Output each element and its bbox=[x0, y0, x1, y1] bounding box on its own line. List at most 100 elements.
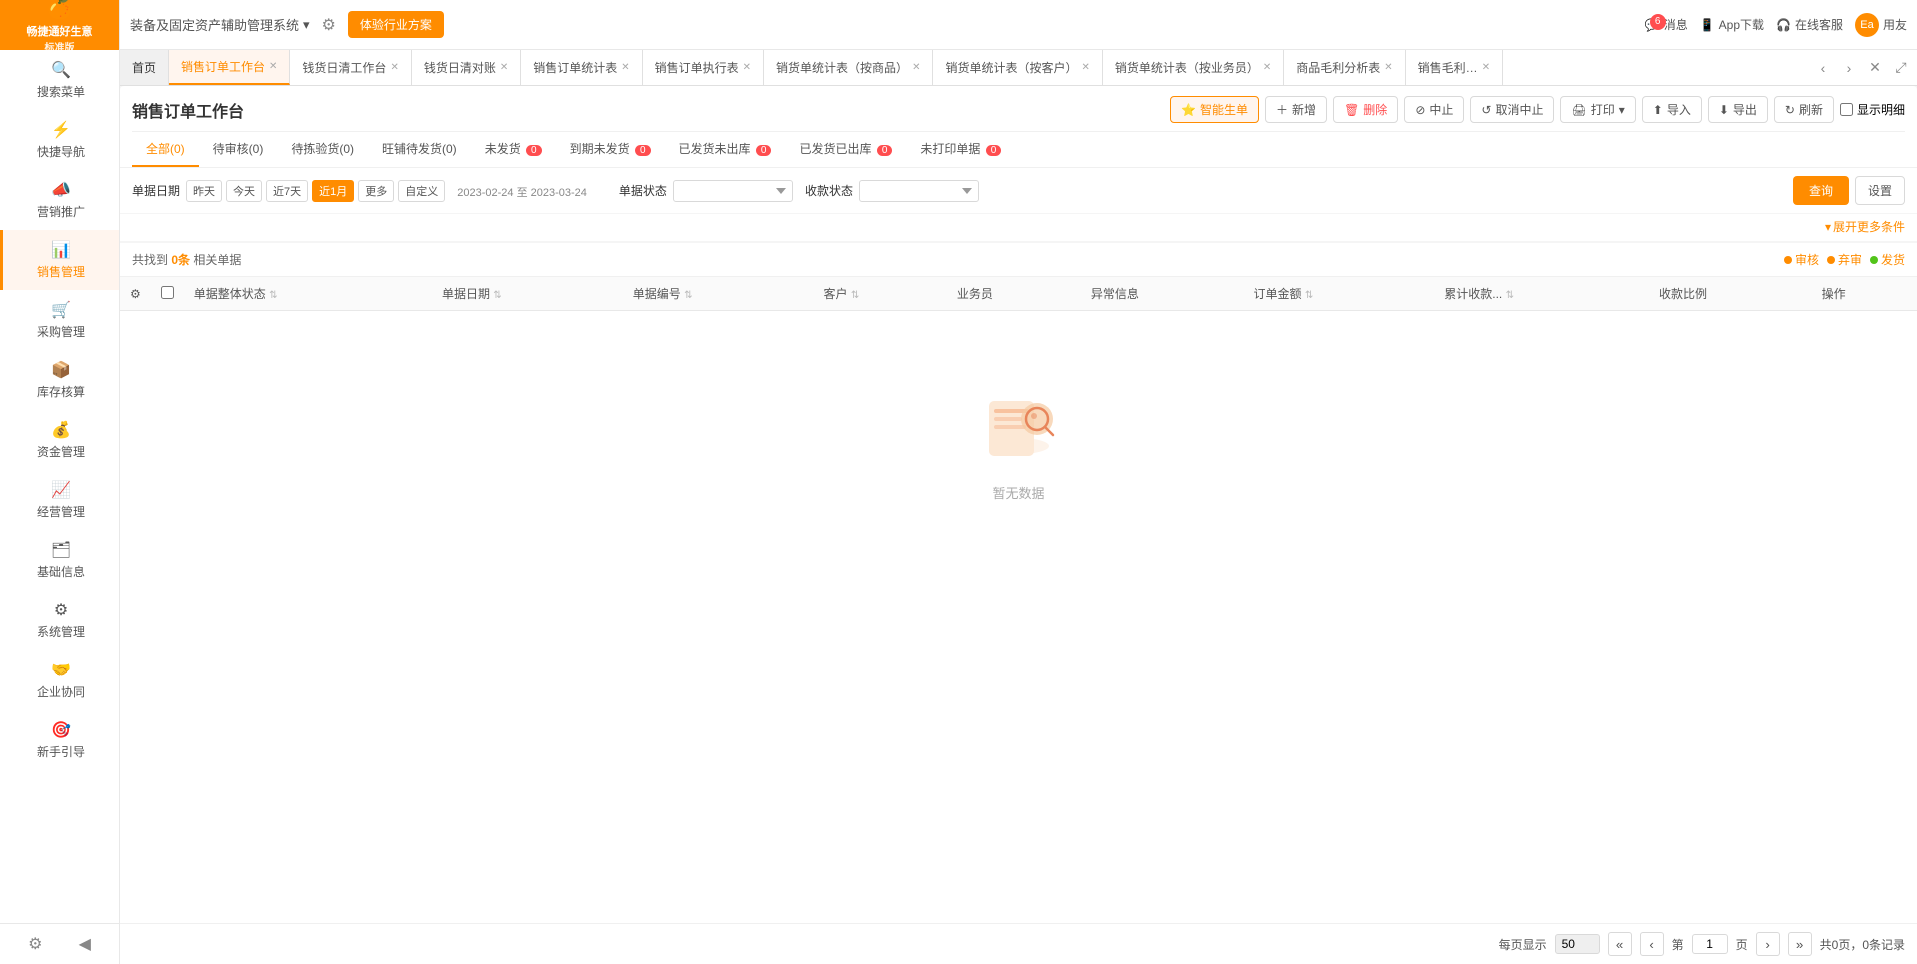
query-button[interactable]: 查询 bbox=[1793, 176, 1849, 205]
tab-sales-stats-customer[interactable]: 销货单统计表（按客户） ✕ bbox=[933, 50, 1102, 85]
tab-cash-daily-close[interactable]: ✕ bbox=[390, 62, 398, 73]
table-scroll-container[interactable]: ⚙ 单据整体状态 ⇅ 单据日期 ⇅ bbox=[120, 277, 1917, 923]
tab-sales-exec-close[interactable]: ✕ bbox=[743, 62, 751, 73]
sidebar-item-finance[interactable]: 💰 资金管理 bbox=[0, 410, 119, 470]
sidebar-item-guide[interactable]: 🎯 新手引导 bbox=[0, 710, 119, 770]
sidebar-item-marketing[interactable]: 📣 营销推广 bbox=[0, 170, 119, 230]
date-custom[interactable]: 自定义 bbox=[398, 180, 445, 202]
topbar-app-download[interactable]: 📱 App下载 bbox=[1700, 16, 1764, 33]
tab-sales-stats-staff-close[interactable]: ✕ bbox=[1263, 62, 1271, 73]
select-all-checkbox[interactable] bbox=[161, 286, 174, 299]
pag-current-input[interactable] bbox=[1692, 934, 1728, 954]
collapse-icon[interactable]: ◀ bbox=[79, 934, 91, 954]
tab-cash-daily[interactable]: 钱货日清工作台 ✕ bbox=[290, 50, 411, 85]
date-last7[interactable]: 近7天 bbox=[266, 180, 308, 202]
sidebar-item-quick-nav[interactable]: ⚡ 快捷导航 bbox=[0, 110, 119, 170]
stop-button[interactable]: ⊘ 中止 bbox=[1404, 96, 1464, 123]
ship-action[interactable]: 发货 bbox=[1870, 251, 1905, 268]
tab-gross-margin-close[interactable]: ✕ bbox=[1384, 62, 1392, 73]
review-action[interactable]: 审核 bbox=[1784, 251, 1819, 268]
sidebar-item-search[interactable]: 🔍 搜索菜单 bbox=[0, 50, 119, 110]
topbar-online-service[interactable]: 🎧 在线客服 bbox=[1776, 16, 1843, 33]
amount-sort-icon[interactable]: ⇅ bbox=[1305, 290, 1313, 301]
status-sort-icon[interactable]: ⇅ bbox=[269, 290, 277, 301]
col-checkbox[interactable] bbox=[151, 277, 184, 311]
tab-scroll-left[interactable]: ‹ bbox=[1811, 56, 1835, 80]
show-detail-checkbox[interactable] bbox=[1840, 103, 1853, 116]
sidebar-item-inventory[interactable]: 📦 库存核算 bbox=[0, 350, 119, 410]
sidebar-item-sales[interactable]: 📊 销售管理 bbox=[0, 230, 119, 290]
topbar-user[interactable]: Ea 用友 bbox=[1855, 13, 1907, 37]
tab-sales-stats-product-close[interactable]: ✕ bbox=[912, 62, 920, 73]
pag-prev[interactable]: ‹ bbox=[1640, 932, 1664, 956]
content-area: 销售订单工作台 ⭐ 智能生单 ＋ 新增 🗑 删除 ⊘ bbox=[120, 86, 1917, 964]
tab-sales-stats-close[interactable]: ✕ bbox=[621, 62, 629, 73]
date-sort-icon[interactable]: ⇅ bbox=[493, 290, 501, 301]
solution-button[interactable]: 体验行业方案 bbox=[348, 11, 444, 38]
tab-home[interactable]: 首页 bbox=[120, 50, 169, 85]
sub-tab-pending-review[interactable]: 待审核(0) bbox=[199, 132, 278, 167]
tab-sales-more-close[interactable]: ✕ bbox=[1482, 62, 1490, 73]
tab-maximize[interactable]: ⤢ bbox=[1889, 56, 1913, 80]
date-yesterday[interactable]: 昨天 bbox=[186, 180, 222, 202]
tab-sales-stats[interactable]: 销售订单统计表 ✕ bbox=[521, 50, 642, 85]
delete-button[interactable]: 🗑 删除 bbox=[1333, 96, 1398, 123]
sidebar-item-operation[interactable]: 📈 经营管理 bbox=[0, 470, 119, 530]
date-today[interactable]: 今天 bbox=[226, 180, 262, 202]
empty-state: 暂无数据 bbox=[120, 311, 1917, 562]
cancel-review-action[interactable]: 弃审 bbox=[1827, 251, 1862, 268]
pag-last[interactable]: » bbox=[1788, 932, 1812, 956]
tab-sales-more[interactable]: 销售毛利… ✕ bbox=[1406, 50, 1503, 85]
collected-sort-icon[interactable]: ⇅ bbox=[1506, 290, 1514, 301]
sidebar-item-label: 营销推广 bbox=[37, 203, 85, 220]
import-button[interactable]: ⬆ 导入 bbox=[1642, 96, 1702, 123]
sub-tab-expired-not-shipped[interactable]: 到期未发货 0 bbox=[556, 132, 665, 167]
expand-conditions-btn[interactable]: ▾ 展开更多条件 bbox=[1825, 218, 1905, 235]
per-page-select[interactable]: 50 10 20 100 bbox=[1555, 934, 1600, 954]
status-filter-select[interactable] bbox=[673, 180, 793, 202]
topbar-message[interactable]: 💬 6 消息 bbox=[1645, 16, 1688, 33]
date-more[interactable]: 更多 bbox=[358, 180, 394, 202]
refresh-button[interactable]: ↻ 刷新 bbox=[1774, 96, 1834, 123]
pag-next[interactable]: › bbox=[1756, 932, 1780, 956]
tab-gross-margin[interactable]: 商品毛利分析表 ✕ bbox=[1284, 50, 1405, 85]
column-settings-icon[interactable]: ⚙ bbox=[130, 287, 141, 301]
tab-sales-workbench-close[interactable]: ✕ bbox=[269, 61, 277, 72]
sidebar-item-collab[interactable]: 🤝 企业协同 bbox=[0, 650, 119, 710]
topbar-gear-icon[interactable]: ⚙ bbox=[322, 15, 336, 35]
show-detail-checkbox-label[interactable]: 显示明细 bbox=[1840, 101, 1905, 118]
sub-tab-shipped-in[interactable]: 已发货已出库 0 bbox=[785, 132, 906, 167]
tab-cash-reconcile[interactable]: 钱货日清对账 ✕ bbox=[412, 50, 521, 85]
pag-first[interactable]: « bbox=[1608, 932, 1632, 956]
settings-filter-button[interactable]: 设置 bbox=[1855, 176, 1905, 205]
settings-bottom-icon[interactable]: ⚙ bbox=[28, 934, 42, 954]
print-button[interactable]: 🖨 打印 ▾ bbox=[1560, 96, 1635, 123]
cancel-stop-button[interactable]: ↺ 取消中止 bbox=[1470, 96, 1554, 123]
sub-tab-all[interactable]: 全部(0) bbox=[132, 132, 199, 167]
date-last1m[interactable]: 近1月 bbox=[312, 180, 354, 202]
sidebar-item-system[interactable]: ⚙ 系统管理 bbox=[0, 590, 119, 650]
customer-sort-icon[interactable]: ⇅ bbox=[851, 290, 859, 301]
col-settings[interactable]: ⚙ bbox=[120, 277, 151, 311]
payment-filter-select[interactable] bbox=[859, 180, 979, 202]
tab-cash-reconcile-close[interactable]: ✕ bbox=[500, 62, 508, 73]
sub-tab-not-printed[interactable]: 未打印单据 0 bbox=[906, 132, 1015, 167]
tab-sales-stats-customer-close[interactable]: ✕ bbox=[1081, 62, 1089, 73]
tab-close-all[interactable]: ✕ bbox=[1863, 56, 1887, 80]
tab-sales-stats-staff[interactable]: 销货单统计表（按业务员） ✕ bbox=[1103, 50, 1284, 85]
tab-sales-stats-product[interactable]: 销货单统计表（按商品） ✕ bbox=[764, 50, 933, 85]
sub-tab-pending-inspect[interactable]: 待拣验货(0) bbox=[277, 132, 368, 167]
tab-sales-workbench[interactable]: 销售订单工作台 ✕ bbox=[169, 50, 290, 85]
new-button[interactable]: ＋ 新增 bbox=[1265, 96, 1327, 123]
number-sort-icon[interactable]: ⇅ bbox=[684, 290, 692, 301]
sub-tab-not-shipped[interactable]: 未发货 0 bbox=[471, 132, 556, 167]
sidebar-item-purchase[interactable]: 🛒 采购管理 bbox=[0, 290, 119, 350]
tab-sales-exec[interactable]: 销售订单执行表 ✕ bbox=[643, 50, 764, 85]
system-title-dropdown[interactable]: 装备及固定资产辅助管理系统 ▾ bbox=[130, 15, 310, 34]
sub-tab-wangpu[interactable]: 旺铺待发货(0) bbox=[368, 132, 471, 167]
tab-scroll-right[interactable]: › bbox=[1837, 56, 1861, 80]
sidebar-item-basic[interactable]: 🗂 基础信息 bbox=[0, 530, 119, 590]
smart-create-button[interactable]: ⭐ 智能生单 bbox=[1170, 96, 1259, 123]
export-button[interactable]: ⬇ 导出 bbox=[1708, 96, 1768, 123]
sub-tab-shipped-not-in[interactable]: 已发货未出库 0 bbox=[665, 132, 786, 167]
